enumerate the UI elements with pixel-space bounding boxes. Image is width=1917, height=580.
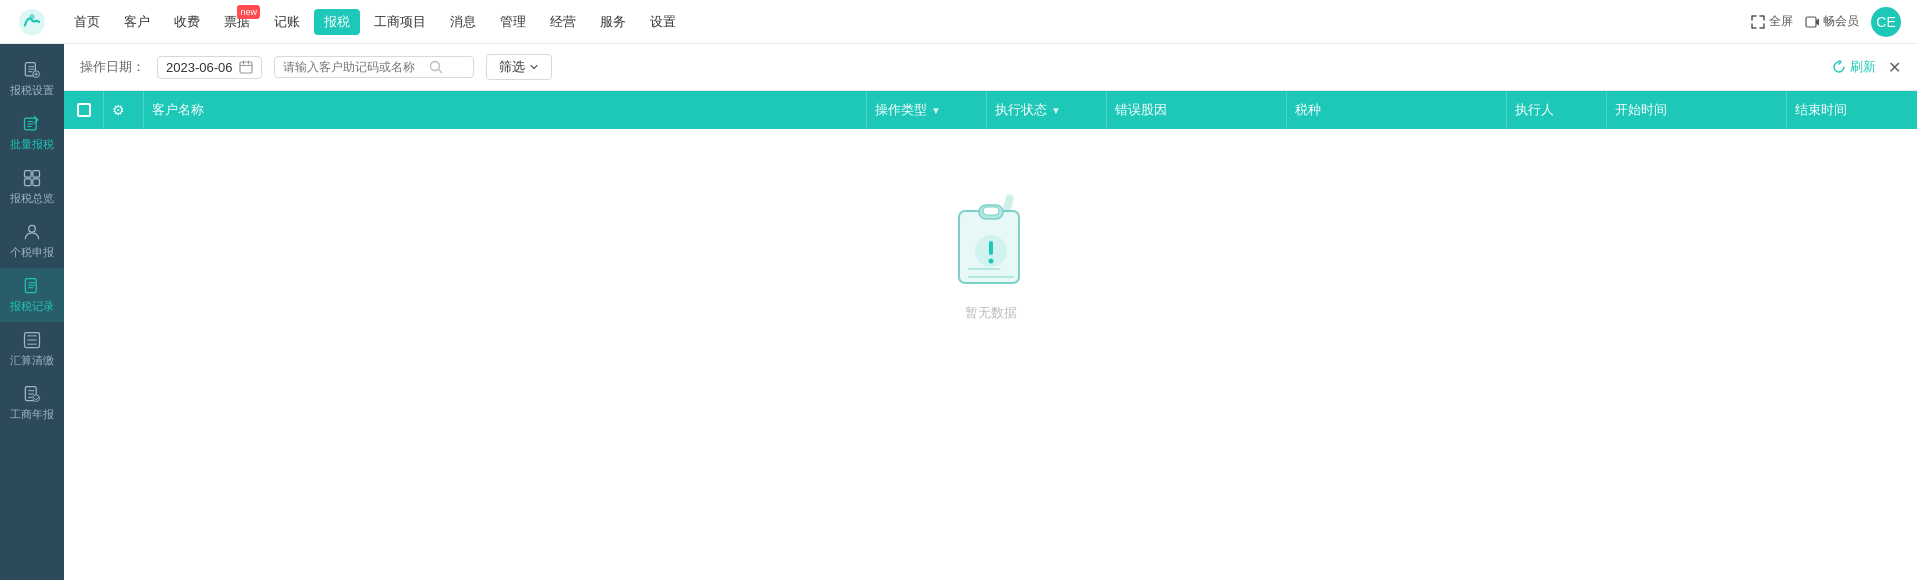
svg-rect-6 (25, 171, 32, 178)
nav-tax[interactable]: 报税 (314, 9, 360, 35)
search-icon (429, 60, 443, 74)
date-label: 操作日期： (80, 58, 145, 76)
filter-label: 筛选 (499, 58, 525, 76)
nav-message[interactable]: 消息 (440, 9, 486, 35)
svg-rect-2 (1806, 17, 1816, 27)
member-btn[interactable]: 畅会员 (1805, 13, 1859, 30)
nav-billing[interactable]: 收费 (164, 9, 210, 35)
date-picker[interactable]: 2023-06-06 (157, 56, 262, 79)
svg-point-24 (988, 259, 993, 264)
annual-report-icon (22, 384, 42, 404)
tax-settings-icon (22, 60, 42, 80)
nav-customer[interactable]: 客户 (114, 9, 160, 35)
sidebar-label-annual-report: 工商年报 (10, 407, 54, 422)
fullscreen-label: 全屏 (1769, 13, 1793, 30)
th-executor: 执行人 (1507, 91, 1607, 129)
svg-rect-15 (240, 62, 252, 73)
th-exec-status[interactable]: 执行状态 ▼ (987, 91, 1107, 129)
member-label: 畅会员 (1823, 13, 1859, 30)
th-customer: 客户名称 (144, 91, 867, 129)
main-content: 操作日期： 2023-06-06 筛选 (64, 44, 1917, 580)
sidebar-item-tax-settings[interactable]: 报税设置 (0, 52, 64, 106)
toolbar: 操作日期： 2023-06-06 筛选 (64, 44, 1917, 91)
avatar[interactable]: CE (1871, 7, 1901, 37)
batch-tax-icon (22, 114, 42, 134)
toolbar-right: 刷新 ✕ (1832, 58, 1901, 77)
tax-records-icon (22, 276, 42, 296)
th-tax-type: 税种 (1287, 91, 1507, 129)
sidebar: 报税设置 批量报税 报税总览 (0, 44, 64, 580)
fullscreen-icon (1751, 15, 1765, 29)
refresh-button[interactable]: 刷新 (1832, 58, 1876, 76)
refresh-icon (1832, 60, 1846, 74)
nav-finance[interactable]: 经营 (540, 9, 586, 35)
empty-illustration (941, 189, 1041, 304)
fullscreen-btn[interactable]: 全屏 (1751, 13, 1793, 30)
sidebar-item-batch-tax[interactable]: 批量报税 (0, 106, 64, 160)
empty-state: 暂无数据 (64, 129, 1917, 382)
refresh-label: 刷新 (1850, 58, 1876, 76)
sort-icon-op-type: ▼ (931, 105, 941, 116)
header-checkbox[interactable] (77, 103, 91, 117)
new-badge: new (237, 5, 260, 19)
settings-icon[interactable]: ⚙ (112, 102, 125, 118)
top-nav: 首页 客户 收费 票据 new 记账 报税 工商项目 消息 管理 经营 服务 设… (0, 0, 1917, 44)
app-logo[interactable] (16, 6, 48, 38)
sidebar-item-calculation[interactable]: 汇算清缴 (0, 322, 64, 376)
nav-invoice[interactable]: 票据 new (214, 9, 260, 35)
svg-point-1 (29, 14, 34, 19)
table-header: ⚙ 客户名称 操作类型 ▼ 执行状态 ▼ 错误股因 税种 (64, 91, 1917, 129)
nav-items: 首页 客户 收费 票据 new 记账 报税 工商项目 消息 管理 经营 服务 设… (64, 9, 1751, 35)
date-value: 2023-06-06 (166, 60, 233, 75)
tax-overview-icon (22, 168, 42, 188)
sidebar-item-personal-tax[interactable]: 个税申报 (0, 214, 64, 268)
search-box[interactable] (274, 56, 474, 78)
nav-business[interactable]: 工商项目 (364, 9, 436, 35)
nav-home[interactable]: 首页 (64, 9, 110, 35)
svg-rect-21 (983, 207, 999, 215)
sidebar-label-tax-settings: 报税设置 (10, 83, 54, 98)
calendar-icon (239, 60, 253, 74)
nav-service[interactable]: 服务 (590, 9, 636, 35)
main-layout: 报税设置 批量报税 报税总览 (0, 44, 1917, 580)
sidebar-item-annual-report[interactable]: 工商年报 (0, 376, 64, 430)
search-input[interactable] (283, 60, 423, 74)
sidebar-label-tax-overview: 报税总览 (10, 191, 54, 206)
th-settings[interactable]: ⚙ (104, 91, 144, 129)
sidebar-item-tax-records[interactable]: 报税记录 (0, 268, 64, 322)
sidebar-label-tax-records: 报税记录 (10, 299, 54, 314)
sidebar-item-tax-overview[interactable]: 报税总览 (0, 160, 64, 214)
nav-right: 全屏 畅会员 CE (1751, 7, 1901, 37)
svg-rect-23 (989, 241, 993, 255)
empty-text: 暂无数据 (965, 304, 1017, 322)
avatar-text: CE (1876, 14, 1895, 30)
sidebar-label-calculation: 汇算清缴 (10, 353, 54, 368)
close-button[interactable]: ✕ (1888, 58, 1901, 77)
th-error-reason: 错误股因 (1107, 91, 1287, 129)
personal-tax-icon (22, 222, 42, 242)
sidebar-label-personal-tax: 个税申报 (10, 245, 54, 260)
table-container: ⚙ 客户名称 操作类型 ▼ 执行状态 ▼ 错误股因 税种 (64, 91, 1917, 580)
nav-settings[interactable]: 设置 (640, 9, 686, 35)
calculation-icon (22, 330, 42, 350)
th-checkbox[interactable] (64, 91, 104, 129)
sidebar-label-batch-tax: 批量报税 (10, 137, 54, 152)
nav-management[interactable]: 管理 (490, 9, 536, 35)
svg-rect-8 (25, 179, 32, 186)
video-icon (1805, 15, 1819, 29)
sort-icon-exec-status: ▼ (1051, 105, 1061, 116)
svg-point-10 (29, 225, 36, 232)
chevron-down-icon (529, 62, 539, 72)
svg-rect-7 (33, 171, 40, 178)
th-op-type[interactable]: 操作类型 ▼ (867, 91, 987, 129)
svg-point-0 (19, 8, 45, 34)
filter-button[interactable]: 筛选 (486, 54, 552, 80)
svg-rect-9 (33, 179, 40, 186)
th-start-time: 开始时间 (1607, 91, 1787, 129)
th-end-time: 结束时间 (1787, 91, 1917, 129)
nav-account[interactable]: 记账 (264, 9, 310, 35)
